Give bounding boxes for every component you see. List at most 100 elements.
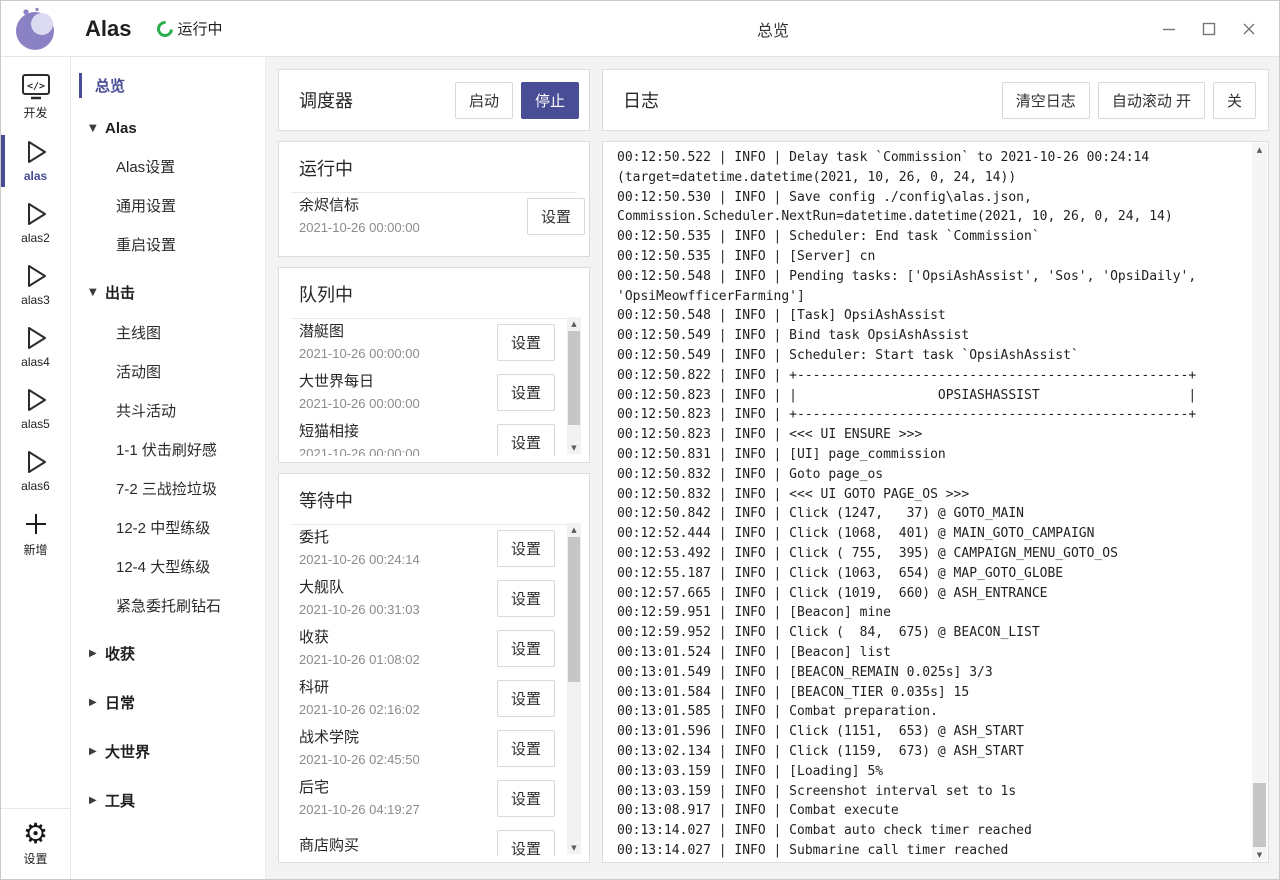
- log-line: 00:12:50.823 | INFO | <<< UI ENSURE >>>: [617, 425, 1253, 445]
- scheduler-title: 调度器: [299, 87, 447, 113]
- menu-item[interactable]: 重启设置: [71, 225, 265, 264]
- task-time: 2021-10-26 00:00:00: [299, 396, 489, 412]
- rail-item-add[interactable]: 新增: [1, 502, 70, 567]
- menu-group-opsi[interactable]: ▶ 大世界: [71, 731, 265, 772]
- menu-group-tool[interactable]: ▶ 工具: [71, 780, 265, 821]
- menu-item[interactable]: 主线图: [71, 313, 265, 352]
- log-text: 00:12:50.522 | INFO | Delay task `Commis…: [603, 142, 1253, 862]
- play-icon: [22, 385, 50, 415]
- task-row: 大舰队 2021-10-26 00:31:03 设置: [279, 573, 559, 623]
- rail-item-dev[interactable]: </> 开发: [1, 65, 70, 130]
- content-area: 调度器 启动 停止 运行中 余烬信标 2021-10-26 00:00:00 设…: [266, 57, 1279, 879]
- running-list: 余烬信标 2021-10-26 00:00:00 设置: [279, 191, 589, 250]
- task-setting-button[interactable]: 设置: [497, 680, 555, 717]
- log-line: Commission.Scheduler.NextRun=datetime.da…: [617, 207, 1253, 227]
- task-row: 潜艇图 2021-10-26 00:00:00 设置: [279, 317, 559, 367]
- task-setting-button[interactable]: 设置: [497, 780, 555, 817]
- task-setting-button[interactable]: 设置: [497, 530, 555, 567]
- rail-item-alas5[interactable]: alas5: [1, 378, 70, 440]
- log-line: 00:12:50.832 | INFO | Goto page_os: [617, 465, 1253, 485]
- rail-item-label: alas2: [21, 231, 50, 245]
- scroll-up-icon[interactable]: ▲: [567, 523, 581, 536]
- log-line: 00:12:55.187 | INFO | Click (1063, 654) …: [617, 564, 1253, 584]
- task-time: 2021-10-26 00:00:00: [299, 220, 519, 236]
- scrollbar-thumb[interactable]: [1253, 783, 1266, 847]
- task-setting-button[interactable]: 设置: [527, 198, 585, 235]
- task-name: 商店购买: [299, 837, 489, 855]
- clear-log-button[interactable]: 清空日志: [1002, 82, 1090, 119]
- menu-group-label: 日常: [105, 692, 135, 713]
- log-line: 00:13:14.027 | INFO | Combat auto check …: [617, 821, 1253, 841]
- stop-button[interactable]: 停止: [521, 82, 579, 119]
- task-row: 大世界每日 2021-10-26 00:00:00 设置: [279, 367, 559, 417]
- scroll-down-icon[interactable]: ▼: [567, 441, 581, 454]
- rail-item-label: alas3: [21, 293, 50, 307]
- task-setting-button[interactable]: 设置: [497, 424, 555, 457]
- log-line: 00:12:50.842 | INFO | Click (1247, 37) @…: [617, 504, 1253, 524]
- task-time: 2021-10-26 02:16:02: [299, 702, 489, 718]
- task-setting-button[interactable]: 设置: [497, 580, 555, 617]
- task-setting-button[interactable]: 设置: [497, 374, 555, 411]
- menu-group-sortie[interactable]: ▼ 出击: [71, 272, 265, 313]
- scrollbar-thumb[interactable]: [568, 331, 580, 425]
- menu-item[interactable]: 1-1 伏击刷好感: [71, 430, 265, 469]
- start-button[interactable]: 启动: [455, 82, 513, 119]
- scroll-up-icon[interactable]: ▲: [567, 317, 581, 330]
- log-line: 00:12:59.951 | INFO | [Beacon] mine: [617, 603, 1253, 623]
- scroll-down-icon[interactable]: ▼: [567, 841, 581, 854]
- menu-group-alas[interactable]: ▼ Alas: [71, 110, 265, 147]
- scroll-down-icon[interactable]: ▼: [1252, 848, 1267, 861]
- minimize-button[interactable]: [1149, 9, 1189, 49]
- menu-group-daily[interactable]: ▶ 日常: [71, 682, 265, 723]
- task-setting-button[interactable]: 设置: [497, 830, 555, 857]
- menu-item[interactable]: 12-2 中型练级: [71, 508, 265, 547]
- task-info: 委托 2021-10-26 00:24:14: [299, 529, 489, 568]
- menu-item[interactable]: 通用设置: [71, 186, 265, 225]
- task-info: 战术学院 2021-10-26 02:45:50: [299, 729, 489, 768]
- log-line: 00:13:01.596 | INFO | Click (1151, 653) …: [617, 722, 1253, 742]
- menu-item[interactable]: 紧急委托刷钻石: [71, 586, 265, 625]
- log-line: 00:13:03.159 | INFO | Screenshot interva…: [617, 782, 1253, 802]
- task-info: 潜艇图 2021-10-26 00:00:00: [299, 323, 489, 362]
- task-name: 收获: [299, 629, 489, 647]
- pending-title: 队列中: [279, 268, 589, 318]
- waiting-scrollbar[interactable]: ▲ ▼: [567, 523, 581, 854]
- rail-item-settings[interactable]: ⚙ 设置: [1, 808, 70, 879]
- autoscroll-off-button[interactable]: 关: [1213, 82, 1256, 119]
- rail-item-alas3[interactable]: alas3: [1, 254, 70, 316]
- log-line: (target=datetime.datetime(2021, 10, 26, …: [617, 168, 1253, 188]
- task-time: 2021-10-26 02:45:50: [299, 752, 489, 768]
- autoscroll-on-button[interactable]: 自动滚动 开: [1098, 82, 1205, 119]
- log-line: 00:12:50.548 | INFO | [Task] OpsiAshAssi…: [617, 306, 1253, 326]
- task-row: 后宅 2021-10-26 04:19:27 设置: [279, 773, 559, 823]
- rail-item-alas6[interactable]: alas6: [1, 440, 70, 502]
- task-time: 2021-10-26 00:00:00: [299, 346, 489, 362]
- pending-scrollbar[interactable]: ▲ ▼: [567, 317, 581, 454]
- menu-group-reward[interactable]: ▶ 收获: [71, 633, 265, 674]
- maximize-button[interactable]: [1189, 9, 1229, 49]
- rail-item-alas4[interactable]: alas4: [1, 316, 70, 378]
- pending-list: 潜艇图 2021-10-26 00:00:00 设置 大世界每日 2021-10…: [279, 317, 559, 456]
- menu-item[interactable]: 共斗活动: [71, 391, 265, 430]
- menu-item-overview[interactable]: 总览: [71, 71, 265, 100]
- menu-item[interactable]: 活动图: [71, 352, 265, 391]
- task-setting-button[interactable]: 设置: [497, 730, 555, 767]
- task-setting-button[interactable]: 设置: [497, 324, 555, 361]
- rail-item-label: 新增: [23, 541, 47, 558]
- rail-item-alas[interactable]: alas: [1, 130, 70, 192]
- running-title: 运行中: [279, 142, 589, 192]
- scroll-up-icon[interactable]: ▲: [1252, 143, 1267, 156]
- menu-item[interactable]: Alas设置: [71, 147, 265, 186]
- task-setting-button[interactable]: 设置: [497, 630, 555, 667]
- app-window: Alas 运行中 总览 </>: [0, 0, 1280, 880]
- play-icon: [22, 323, 50, 353]
- scrollbar-thumb[interactable]: [568, 537, 580, 682]
- menu-item[interactable]: 7-2 三战捡垃圾: [71, 469, 265, 508]
- log-scrollbar[interactable]: ▲ ▼: [1252, 143, 1267, 861]
- close-button[interactable]: [1229, 9, 1269, 49]
- log-line: 00:13:03.159 | INFO | [Loading] 5%: [617, 762, 1253, 782]
- rail-item-alas2[interactable]: alas2: [1, 192, 70, 254]
- menu-item[interactable]: 12-4 大型练级: [71, 547, 265, 586]
- task-name: 战术学院: [299, 729, 489, 747]
- code-monitor-icon: </>: [21, 72, 51, 102]
